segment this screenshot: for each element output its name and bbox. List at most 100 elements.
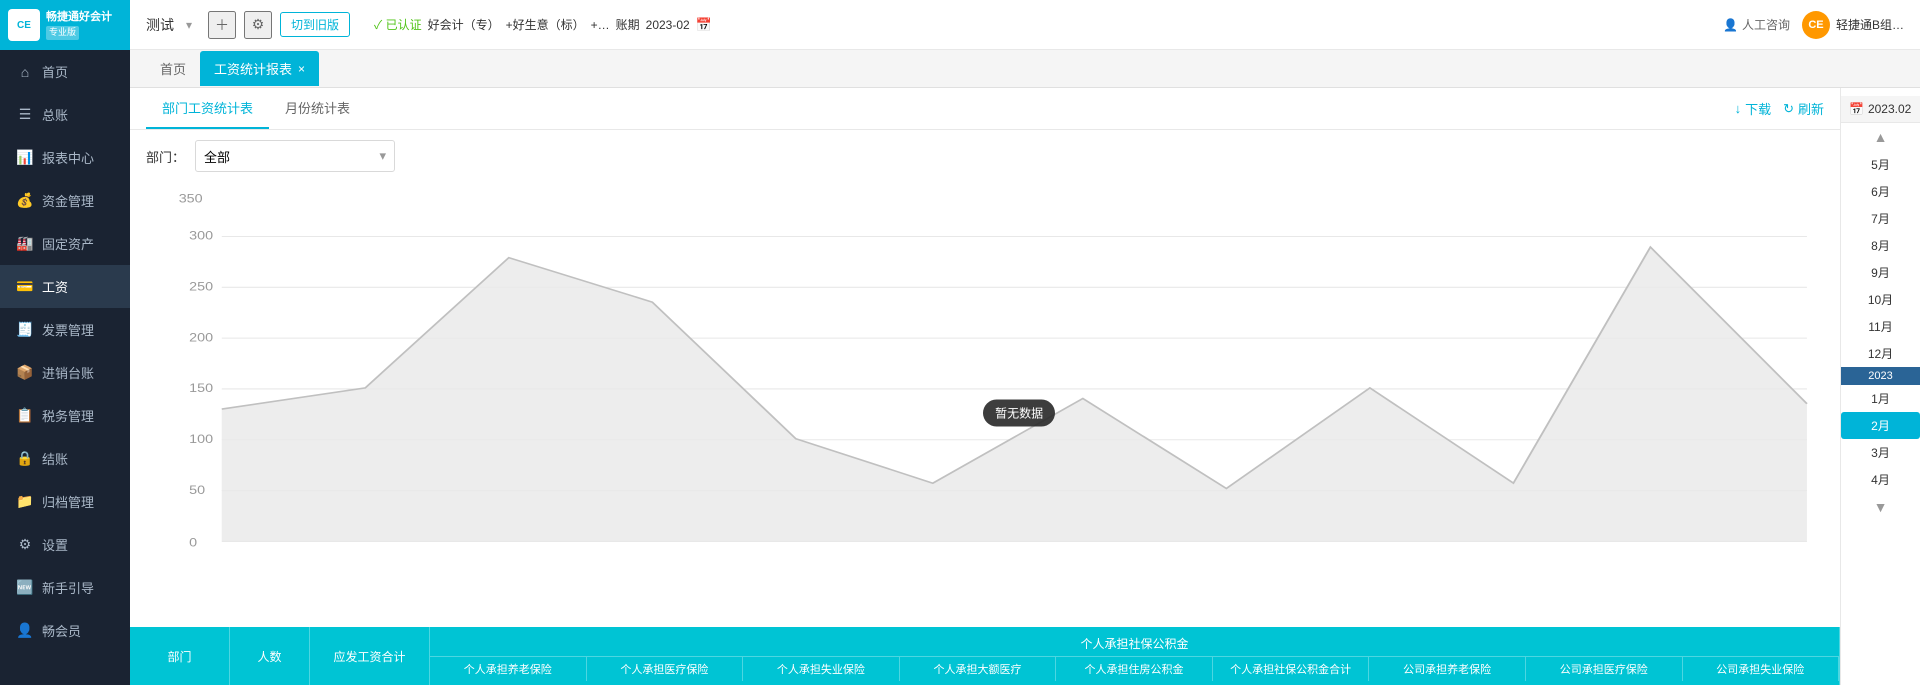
sidebar-item-ledger[interactable]: ☰ 总账 [0,93,130,136]
sidebar: CE 畅捷通好会计 专业版 ⌂ 首页 ☰ 总账 📊 报表中心 💰 资金管理 🏭 … [0,0,130,685]
panel-year-2023: 2023 [1841,367,1920,385]
th-personal-big-medical: 个人承担大额医疗 [900,657,1057,681]
sidebar-item-guide[interactable]: 🆕 新手引导 [0,566,130,609]
svg-text:0: 0 [189,536,197,549]
refresh-icon: ↻ [1783,101,1794,117]
svg-text:250: 250 [189,280,213,293]
period-value: 2023-02 [646,18,690,32]
sidebar-item-reports[interactable]: 📊 报表中心 [0,136,130,179]
business-status: +好生意（标） [506,16,585,33]
sidebar-item-label: 资金管理 [42,191,94,210]
department-select[interactable]: 全部 ▾ [195,140,395,172]
panel-month-jan[interactable]: 1月 [1841,385,1920,412]
more-status: +… [591,18,610,32]
panel-month-nov[interactable]: 11月 [1841,313,1920,340]
panel-down-btn[interactable]: ▼ [1841,493,1920,521]
closing-icon: 🔒 [16,450,34,467]
sidebar-item-funds[interactable]: 💰 资金管理 [0,179,130,222]
sidebar-item-archive[interactable]: 📁 归档管理 [0,480,130,523]
user-menu[interactable]: CE 轻捷通B组… [1802,11,1904,39]
panel-date: 📅 2023.02 [1841,96,1920,123]
guide-icon: 🆕 [16,579,34,596]
svg-text:50: 50 [189,483,205,496]
topbar: 测试 ▾ ＋ ⚙ 切到旧版 ✓ 已认证 好会计（专） +好生意（标） +… 账期… [130,0,1920,50]
subtabs: 部门工资统计表 月份统计表 ↓ 下载 ↻ 刷新 [130,88,1840,130]
sidebar-item-label: 畅会员 [42,621,81,640]
th-total-salary: 应发工资合计 [310,627,430,685]
topbar-status: ✓ 已认证 好会计（专） +好生意（标） +… 账期 2023-02 📅 [374,16,712,33]
subtab-monthly[interactable]: 月份统计表 [269,88,366,129]
settings-button[interactable]: ⚙ [244,11,272,39]
sidebar-item-member[interactable]: 👤 畅会员 [0,609,130,652]
subtabs-actions: ↓ 下载 ↻ 刷新 [1735,99,1824,118]
panel-month-oct[interactable]: 10月 [1841,286,1920,313]
salary-icon: 💳 [16,278,34,295]
panel-month-jul[interactable]: 7月 [1841,205,1920,232]
svg-text:150: 150 [189,381,213,394]
subtab-dept[interactable]: 部门工资统计表 [146,88,269,129]
sidebar-item-salary[interactable]: 💳 工资 [0,265,130,308]
app-logo: CE 畅捷通好会计 专业版 [0,0,130,50]
user-name: 轻捷通B组… [1836,16,1904,33]
th-group-title: 个人承担社保公积金 [430,631,1839,657]
panel-month-may[interactable]: 5月 [1841,151,1920,178]
tabbar: 首页 工资统计报表 × [130,50,1920,88]
settings-icon: ⚙ [16,536,34,553]
panel-month-aug[interactable]: 8月 [1841,232,1920,259]
sidebar-item-closing[interactable]: 🔒 结账 [0,437,130,480]
sidebar-item-assets[interactable]: 🏭 固定资产 [0,222,130,265]
sidebar-item-home[interactable]: ⌂ 首页 [0,50,130,93]
filterbar: 部门： 全部 ▾ [130,130,1840,182]
sidebar-item-tax[interactable]: 📋 税务管理 [0,394,130,437]
sidebar-item-label: 首页 [42,62,68,81]
th-group-children: 个人承担养老保险 个人承担医疗保险 个人承担失业保险 个人承担大额医疗 [430,657,1839,681]
table-header-area: 部门 人数 应发工资合计 个人承担社保公积金 [130,627,1840,685]
good-account-status: 好会计（专） [428,16,500,33]
svg-text:200: 200 [189,331,213,344]
sidebar-item-invoices[interactable]: 🧾 发票管理 [0,308,130,351]
main-area: 测试 ▾ ＋ ⚙ 切到旧版 ✓ 已认证 好会计（专） +好生意（标） +… 账期… [130,0,1920,685]
panel-month-feb[interactable]: 2月 [1841,412,1920,439]
dropdown-arrow-icon[interactable]: ▾ [186,18,192,32]
tab-home[interactable]: 首页 [146,51,200,86]
select-arrow-icon: ▾ [379,148,386,164]
calendar-icon[interactable]: 📅 [696,17,712,33]
svg-text:300: 300 [189,229,213,242]
svg-text:100: 100 [189,432,213,445]
add-button[interactable]: ＋ [208,11,236,39]
invoices-icon: 🧾 [16,321,34,338]
panel-up-btn[interactable]: ▲ [1841,123,1920,151]
sidebar-item-sales[interactable]: 📦 进销台账 [0,351,130,394]
sidebar-item-label: 设置 [42,535,68,554]
sidebar-item-label: 结账 [42,449,68,468]
refresh-btn[interactable]: ↻ 刷新 [1783,99,1824,118]
salary-chart: 0 50 100 150 200 250 300 350 [150,192,1820,552]
download-btn[interactable]: ↓ 下载 [1735,99,1772,118]
th-personal-pension: 个人承担养老保险 [430,657,587,681]
panel-month-apr[interactable]: 4月 [1841,466,1920,493]
panel-month-dec[interactable]: 12月 [1841,340,1920,367]
page-title: 测试 [146,15,174,35]
tab-close-icon[interactable]: × [298,62,305,76]
logo-badge: 专业版 [46,24,112,40]
svg-text:350: 350 [179,192,203,205]
logo-icon: CE [8,9,40,41]
help-btn[interactable]: 👤 人工咨询 [1723,16,1790,33]
panel-month-mar[interactable]: 3月 [1841,439,1920,466]
panel-month-sep[interactable]: 9月 [1841,259,1920,286]
sidebar-item-settings[interactable]: ⚙ 设置 [0,523,130,566]
help-icon: 👤 [1723,18,1738,32]
filter-label: 部门： [146,147,185,166]
sidebar-item-label: 税务管理 [42,406,94,425]
switch-btn[interactable]: 切到旧版 [280,12,350,37]
archive-icon: 📁 [16,493,34,510]
panel-month-jun[interactable]: 6月 [1841,178,1920,205]
ledger-icon: ☰ [16,106,34,123]
th-count: 人数 [230,627,310,685]
content-main: 部门工资统计表 月份统计表 ↓ 下载 ↻ 刷新 [130,88,1840,685]
member-icon: 👤 [16,622,34,639]
sidebar-item-label: 归档管理 [42,492,94,511]
tab-salary-report[interactable]: 工资统计报表 × [200,51,319,86]
sidebar-item-label: 发票管理 [42,320,94,339]
th-company-unemployment: 公司承担失业保险 [1683,657,1840,681]
